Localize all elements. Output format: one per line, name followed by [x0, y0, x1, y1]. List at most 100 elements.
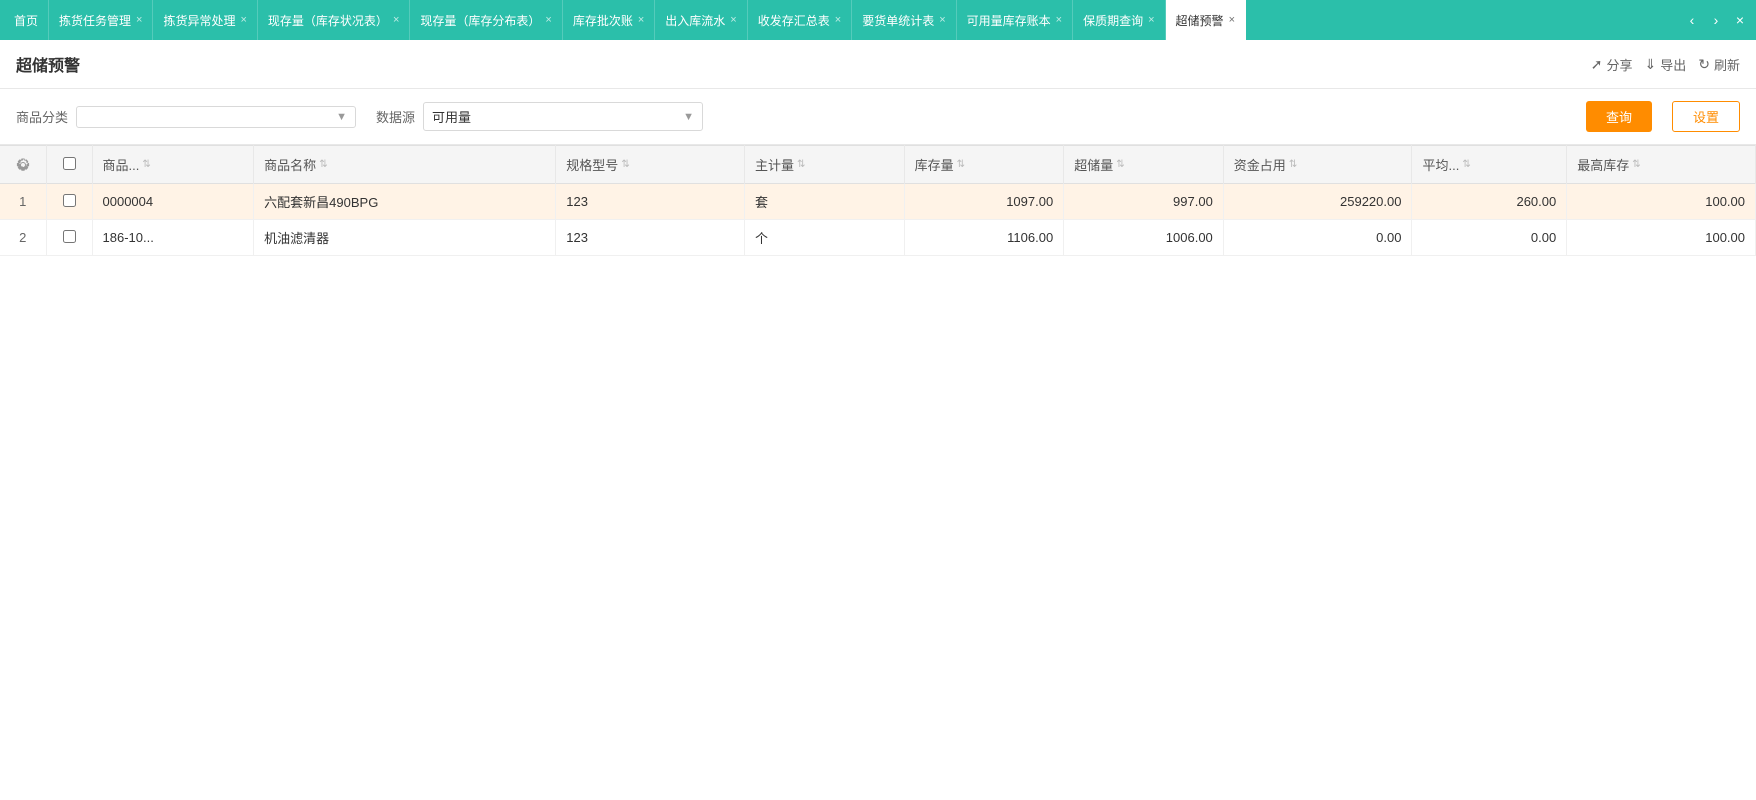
category-select[interactable]: ▼ [76, 106, 356, 128]
close-available-stock-icon[interactable]: × [1056, 14, 1062, 26]
product-name-cell: 六配套新昌490BPG [254, 184, 556, 220]
table-body: 1 0000004 六配套新昌490BPG 123 套 1097.00 997.… [0, 184, 1756, 256]
overstock-cell: 1006.00 [1064, 220, 1224, 256]
product-code-header: 商品... ⇅ [92, 146, 254, 184]
max-stock-cell: 100.00 [1567, 220, 1756, 256]
query-button[interactable]: 查询 [1586, 101, 1652, 132]
select-all-checkbox[interactable] [63, 157, 76, 170]
nav-tab-stock-dist[interactable]: 现存量（库存分布表） × [410, 0, 562, 40]
close-pick-exception-icon[interactable]: × [240, 14, 246, 26]
table-row: 2 186-10... 机油滤清器 123 个 1106.00 1006.00 … [0, 220, 1756, 256]
nav-tab-home[interactable]: 首页 [4, 0, 49, 40]
nav-tab-pick-exception[interactable]: 拣货异常处理 × [153, 0, 257, 40]
product-name-header: 商品名称 ⇅ [254, 146, 556, 184]
close-recv-send-icon[interactable]: × [835, 14, 841, 26]
refresh-icon: ↻ [1698, 56, 1710, 73]
nav-tab-stock-status[interactable]: 现存量（库存状况表） × [258, 0, 410, 40]
row-index: 2 [0, 220, 46, 256]
capital-header: 资金占用 ⇅ [1223, 146, 1412, 184]
filter-area: 商品分类 ▼ 数据源 可用量 ▼ 查询 设置 [0, 89, 1756, 145]
datasource-select-arrow: ▼ [683, 111, 694, 123]
top-navigation: 首页 拣货任务管理 × 拣货异常处理 × 现存量（库存状况表） × 现存量（库存… [0, 0, 1756, 40]
close-stock-dist-icon[interactable]: × [545, 14, 551, 26]
product-code-cell: 0000004 [92, 184, 254, 220]
datasource-filter: 数据源 可用量 ▼ [376, 102, 703, 131]
settings-button[interactable]: 设置 [1672, 101, 1740, 132]
datasource-select[interactable]: 可用量 ▼ [423, 102, 703, 131]
avg-cell: 0.00 [1412, 220, 1567, 256]
sort-icon: ⇅ [1462, 159, 1470, 170]
nav-tab-stock-batch[interactable]: 库存批次账 × [563, 0, 655, 40]
category-label: 商品分类 [16, 107, 68, 126]
stock-cell: 1106.00 [904, 220, 1064, 256]
page-title: 超储预警 [16, 52, 80, 76]
table-container: 商品... ⇅ 商品名称 ⇅ 规格型号 ⇅ [0, 145, 1756, 256]
category-select-arrow: ▼ [336, 111, 347, 123]
nav-arrow-more-button[interactable]: × [1728, 0, 1752, 40]
checkbox-column-header [46, 146, 92, 184]
row-checkbox-cell [46, 184, 92, 220]
sort-icon: ⇅ [319, 159, 327, 170]
table-header-row: 商品... ⇅ 商品名称 ⇅ 规格型号 ⇅ [0, 146, 1756, 184]
row-checkbox[interactable] [63, 194, 76, 207]
capital-cell: 259220.00 [1223, 184, 1412, 220]
nav-tab-shelf-life[interactable]: 保质期查询 × [1073, 0, 1165, 40]
spec-sort[interactable]: 规格型号 ⇅ [566, 155, 629, 174]
capital-sort[interactable]: 资金占用 ⇅ [1234, 155, 1297, 174]
unit-sort[interactable]: 主计量 ⇅ [755, 155, 805, 174]
nav-tab-recv-send[interactable]: 收发存汇总表 × [748, 0, 852, 40]
nav-tab-order-stats[interactable]: 要货单统计表 × [852, 0, 956, 40]
unit-cell: 个 [744, 220, 904, 256]
max-stock-cell: 100.00 [1567, 184, 1756, 220]
close-overstock-icon[interactable]: × [1229, 14, 1235, 26]
stock-header: 库存量 ⇅ [904, 146, 1064, 184]
nav-arrow-left-button[interactable]: ‹ [1680, 0, 1704, 40]
sort-icon: ⇅ [1632, 159, 1640, 170]
nav-tab-available-stock[interactable]: 可用量库存账本 × [957, 0, 1073, 40]
nav-tab-overstock[interactable]: 超储预警 × [1166, 0, 1246, 40]
spec-cell: 123 [556, 184, 745, 220]
row-checkbox-cell [46, 220, 92, 256]
close-order-stats-icon[interactable]: × [939, 14, 945, 26]
row-index: 1 [0, 184, 46, 220]
overstock-header: 超储量 ⇅ [1064, 146, 1224, 184]
nav-tab-inout-flow[interactable]: 出入库流水 × [655, 0, 747, 40]
gear-icon[interactable] [15, 157, 31, 173]
settings-column-header [0, 146, 46, 184]
capital-cell: 0.00 [1223, 220, 1412, 256]
row-checkbox[interactable] [63, 230, 76, 243]
nav-arrow-right-button[interactable]: › [1704, 0, 1728, 40]
table-row: 1 0000004 六配套新昌490BPG 123 套 1097.00 997.… [0, 184, 1756, 220]
max-stock-sort[interactable]: 最高库存 ⇅ [1577, 155, 1640, 174]
share-icon: ➚ [1591, 56, 1603, 73]
overstock-cell: 997.00 [1064, 184, 1224, 220]
product-name-sort[interactable]: 商品名称 ⇅ [264, 155, 327, 174]
sort-icon: ⇅ [797, 159, 805, 170]
overstock-sort[interactable]: 超储量 ⇅ [1074, 155, 1124, 174]
share-button[interactable]: ➚ 分享 [1591, 55, 1633, 74]
overstock-table: 商品... ⇅ 商品名称 ⇅ 规格型号 ⇅ [0, 145, 1756, 256]
product-code-sort[interactable]: 商品... ⇅ [103, 155, 151, 174]
sort-icon: ⇅ [957, 159, 965, 170]
header-actions: ➚ 分享 ⇓ 导出 ↻ 刷新 [1591, 55, 1740, 74]
unit-header: 主计量 ⇅ [744, 146, 904, 184]
sort-icon: ⇅ [621, 159, 629, 170]
close-shelf-life-icon[interactable]: × [1148, 14, 1154, 26]
datasource-label: 数据源 [376, 107, 415, 126]
sort-icon: ⇅ [1289, 159, 1297, 170]
close-stock-status-icon[interactable]: × [393, 14, 399, 26]
page-content: 超储预警 ➚ 分享 ⇓ 导出 ↻ 刷新 商品分类 ▼ 数据源 [0, 40, 1756, 800]
avg-sort[interactable]: 平均... ⇅ [1422, 155, 1470, 174]
avg-header: 平均... ⇅ [1412, 146, 1567, 184]
refresh-button[interactable]: ↻ 刷新 [1698, 55, 1740, 74]
spec-header: 规格型号 ⇅ [556, 146, 745, 184]
spec-cell: 123 [556, 220, 745, 256]
close-inout-flow-icon[interactable]: × [730, 14, 736, 26]
export-button[interactable]: ⇓ 导出 [1645, 55, 1687, 74]
close-pick-task-icon[interactable]: × [136, 14, 142, 26]
max-stock-header: 最高库存 ⇅ [1567, 146, 1756, 184]
stock-sort[interactable]: 库存量 ⇅ [915, 155, 965, 174]
nav-tab-pick-task[interactable]: 拣货任务管理 × [49, 0, 153, 40]
close-stock-batch-icon[interactable]: × [638, 14, 644, 26]
nav-arrows: ‹ › × [1680, 0, 1752, 40]
